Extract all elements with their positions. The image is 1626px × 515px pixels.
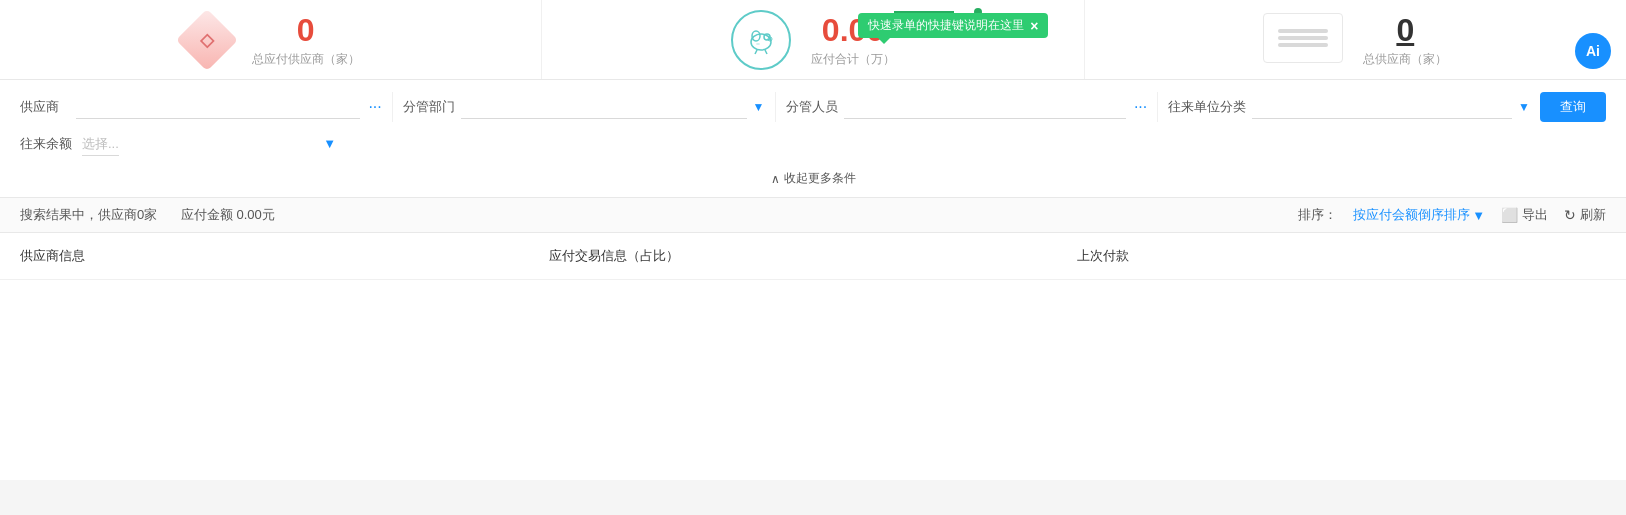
filter-dept: 分管部门 ▼	[403, 95, 765, 119]
divider-3	[1157, 92, 1158, 122]
result-info: 搜索结果中，供应商0家 应付金额 0.00元	[20, 206, 275, 224]
filter-unit-class: 往来单位分类 ▼	[1168, 95, 1530, 119]
logo-icon: ◇	[182, 15, 232, 65]
collapse-chevron-up: ∧	[771, 172, 780, 186]
total-suppliers-label: 总供应商（家）	[1363, 51, 1447, 68]
filter-area: 供应商 ··· 分管部门 ▼ 分管人员 ··· 往来单位分类 ▼ 查询 往来	[0, 80, 1626, 198]
svg-point-0	[751, 34, 771, 50]
total-suppliers-value: 0	[1396, 12, 1414, 49]
person-input[interactable]	[844, 95, 1126, 119]
svg-point-3	[756, 43, 760, 45]
payable-total-label: 应付合计（万）	[811, 51, 895, 68]
sort-value[interactable]: 按应付会额倒序排序 ▼	[1353, 206, 1485, 224]
svg-line-4	[755, 50, 757, 54]
sort-chevron: ▼	[1472, 208, 1485, 223]
person-label: 分管人员	[786, 98, 838, 116]
collapse-bar: ∧ 收起更多条件	[20, 166, 1606, 197]
supplier-dots[interactable]: ···	[368, 98, 381, 116]
dept-chevron[interactable]: ▼	[753, 100, 765, 114]
balance-select[interactable]: 选择...	[82, 132, 119, 156]
unit-class-input[interactable]	[1252, 95, 1512, 119]
filter-supplier: 供应商 ···	[20, 95, 382, 119]
col-supplier-info: 供应商信息	[20, 247, 549, 265]
col-payment: 上次付款	[1077, 247, 1606, 265]
sort-label: 排序：	[1298, 206, 1337, 224]
supplier-list-icon	[1263, 13, 1343, 63]
svg-line-5	[765, 50, 767, 54]
table-header: 供应商信息 应付交易信息（占比） 上次付款	[0, 233, 1626, 280]
shortcut-tooltip: 快速录单的快捷键说明在这里 ×	[858, 13, 1048, 38]
person-dots[interactable]: ···	[1134, 98, 1147, 116]
dept-label: 分管部门	[403, 98, 455, 116]
dept-input[interactable]	[461, 95, 747, 119]
balance-chevron: ▼	[323, 136, 336, 151]
collapse-label: 收起更多条件	[784, 170, 856, 187]
unit-class-label: 往来单位分类	[1168, 98, 1246, 116]
divider-1	[392, 92, 393, 122]
total-payable-value: 0	[297, 11, 315, 49]
filter-person: 分管人员 ···	[786, 95, 1148, 119]
query-button[interactable]: 查询	[1540, 92, 1606, 122]
supplier-input[interactable]	[76, 95, 360, 119]
export-button[interactable]: ⬜ 导出	[1501, 206, 1548, 224]
col-transaction: 应付交易信息（占比）	[549, 247, 1078, 265]
tooltip-close-btn[interactable]: ×	[1030, 18, 1038, 34]
refresh-icon: ↻	[1564, 207, 1576, 223]
tooltip-area: 快速录单的快捷键说明在这里 ×	[894, 8, 982, 16]
collapse-button[interactable]: ∧ 收起更多条件	[771, 170, 856, 187]
divider-2	[775, 92, 776, 122]
refresh-button[interactable]: ↻ 刷新	[1564, 206, 1606, 224]
result-bar: 搜索结果中，供应商0家 应付金额 0.00元 排序： 按应付会额倒序排序 ▼ ⬜…	[0, 198, 1626, 233]
filter-row-1: 供应商 ··· 分管部门 ▼ 分管人员 ··· 往来单位分类 ▼ 查询	[20, 92, 1606, 122]
ai-badge[interactable]: Ai	[1575, 33, 1611, 69]
balance-label: 往来余额	[20, 135, 72, 153]
top-stats-area: ◇ 0 总应付供应商（家） 0.00	[0, 0, 1626, 80]
result-supplier-count: 搜索结果中，供应商0家	[20, 207, 157, 222]
filter-row-2: 往来余额 选择... ▼	[20, 132, 340, 156]
unit-class-chevron[interactable]: ▼	[1518, 100, 1530, 114]
result-amount: 应付金额 0.00元	[181, 207, 275, 222]
stat-total-suppliers: 0 总供应商（家） Ai	[1085, 0, 1626, 79]
export-icon: ⬜	[1501, 207, 1518, 223]
table-body	[0, 280, 1626, 480]
total-payable-label: 总应付供应商（家）	[252, 51, 360, 68]
stat-payable-total: 0.00 应付合计（万）	[542, 0, 1084, 79]
stat-total-payable: ◇ 0 总应付供应商（家）	[0, 0, 542, 79]
tooltip-text: 快速录单的快捷键说明在这里	[868, 17, 1024, 34]
supplier-label: 供应商	[20, 98, 70, 116]
result-right: 排序： 按应付会额倒序排序 ▼ ⬜ 导出 ↻ 刷新	[1298, 206, 1606, 224]
pig-icon	[731, 10, 791, 70]
